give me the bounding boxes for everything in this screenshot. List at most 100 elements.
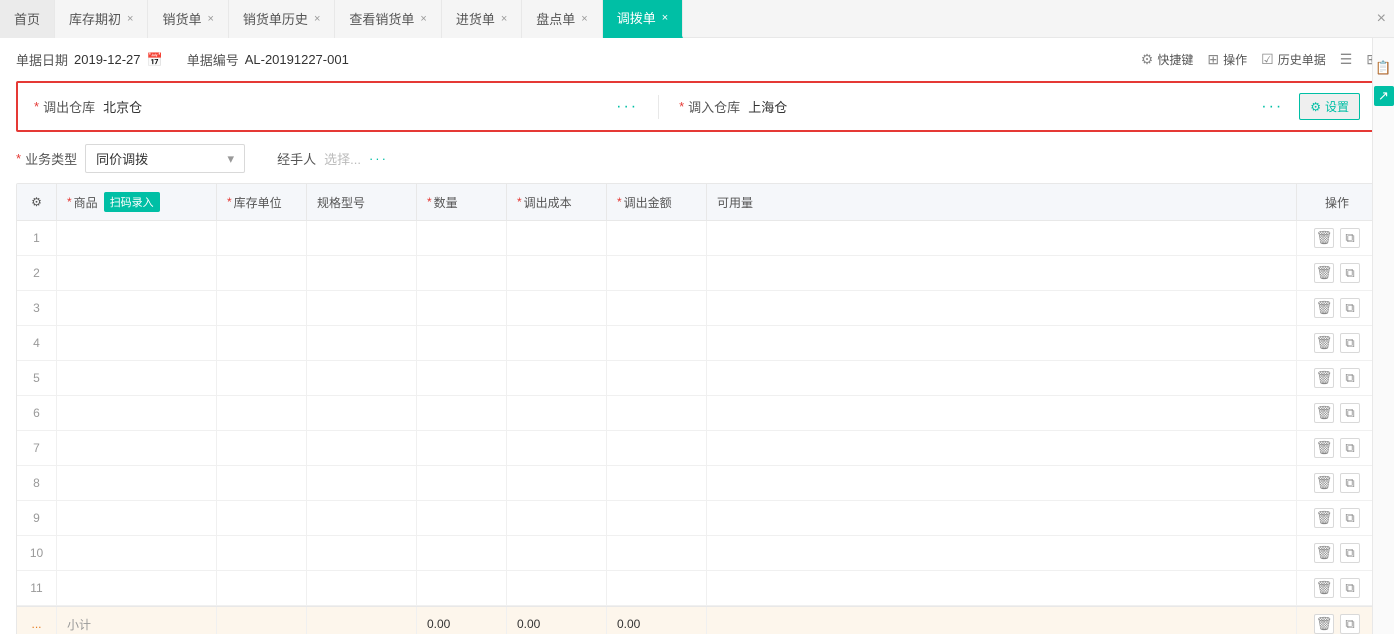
row-unit[interactable] [217,396,307,430]
warehouse-in-more[interactable]: ··· [1261,98,1283,116]
copy-row-button[interactable]: ⧉ [1340,228,1360,248]
row-cost[interactable] [507,431,607,465]
row-amount[interactable] [607,536,707,570]
row-cost[interactable] [507,396,607,430]
row-amount[interactable] [607,396,707,430]
tab-sales-order[interactable]: 销货单 × [148,0,228,38]
handler-placeholder[interactable]: 选择... [324,149,361,168]
copy-row-button[interactable]: ⧉ [1340,543,1360,563]
tab-home[interactable]: 首页 [0,0,55,38]
row-product[interactable] [57,571,217,605]
warehouse-out-more[interactable]: ··· [616,98,638,116]
subtotal-copy-button[interactable]: ⧉ [1340,614,1360,634]
row-spec[interactable] [307,396,417,430]
row-cost[interactable] [507,466,607,500]
row-spec[interactable] [307,536,417,570]
sidebar-expand-button[interactable]: ↗ [1374,86,1394,106]
row-qty[interactable] [417,396,507,430]
tab-inventory-check[interactable]: 盘点单 × [522,0,602,38]
tab-inventory-init-close[interactable]: × [127,13,133,25]
row-unit[interactable] [217,361,307,395]
row-amount[interactable] [607,466,707,500]
delete-row-button[interactable]: 🗑 [1314,403,1334,423]
delete-row-button[interactable]: 🗑 [1314,228,1334,248]
tab-view-sales[interactable]: 查看销货单 × [335,0,441,38]
delete-row-button[interactable]: 🗑 [1314,578,1334,598]
sidebar-notes-button[interactable]: 📋 [1374,58,1394,78]
row-spec[interactable] [307,221,417,255]
copy-row-button[interactable]: ⧉ [1340,578,1360,598]
delete-row-button[interactable]: 🗑 [1314,368,1334,388]
row-qty[interactable] [417,571,507,605]
copy-row-button[interactable]: ⧉ [1340,263,1360,283]
row-amount[interactable] [607,501,707,535]
tab-sales-history[interactable]: 销货单历史 × [229,0,335,38]
row-cost[interactable] [507,361,607,395]
row-amount[interactable] [607,431,707,465]
row-spec[interactable] [307,501,417,535]
row-cost[interactable] [507,536,607,570]
row-product[interactable] [57,256,217,290]
copy-row-button[interactable]: ⧉ [1340,368,1360,388]
row-unit[interactable] [217,466,307,500]
history-button[interactable]: ☑ 历史单据 [1261,51,1326,68]
row-spec[interactable] [307,256,417,290]
row-qty[interactable] [417,326,507,360]
row-unit[interactable] [217,431,307,465]
warehouse-in-value[interactable]: 上海仓 [748,97,787,116]
row-product[interactable] [57,466,217,500]
settings-button[interactable]: ⚙ 设置 [1299,93,1360,120]
handler-more[interactable]: ··· [369,151,388,166]
tab-transfer-close[interactable]: × [662,12,668,24]
delete-row-button[interactable]: 🗑 [1314,473,1334,493]
row-cost[interactable] [507,501,607,535]
tab-purchase-close[interactable]: × [501,13,507,25]
row-cost[interactable] [507,221,607,255]
copy-row-button[interactable]: ⧉ [1340,403,1360,423]
global-close-button[interactable]: × [1377,10,1386,28]
row-spec[interactable] [307,326,417,360]
row-product[interactable] [57,221,217,255]
delete-row-button[interactable]: 🗑 [1314,508,1334,528]
row-product[interactable] [57,291,217,325]
row-qty[interactable] [417,536,507,570]
row-spec[interactable] [307,361,417,395]
row-amount[interactable] [607,256,707,290]
row-unit[interactable] [217,221,307,255]
row-qty[interactable] [417,291,507,325]
subtotal-delete-button[interactable]: 🗑 [1314,614,1334,634]
row-product[interactable] [57,326,217,360]
row-qty[interactable] [417,361,507,395]
delete-row-button[interactable]: 🗑 [1314,543,1334,563]
th-gear[interactable]: ⚙ [17,184,57,220]
row-cost[interactable] [507,571,607,605]
row-spec[interactable] [307,431,417,465]
row-qty[interactable] [417,431,507,465]
tab-transfer[interactable]: 调拨单 × [603,0,683,38]
tab-inventory-check-close[interactable]: × [581,13,587,25]
row-product[interactable] [57,536,217,570]
row-unit[interactable] [217,326,307,360]
row-product[interactable] [57,501,217,535]
row-amount[interactable] [607,291,707,325]
row-product[interactable] [57,431,217,465]
warehouse-out-value[interactable]: 北京仓 [103,97,142,116]
row-unit[interactable] [217,256,307,290]
row-cost[interactable] [507,326,607,360]
copy-row-button[interactable]: ⧉ [1340,438,1360,458]
table-scroll-area[interactable]: ⚙ * 商品 扫码录入 * 库存单位 规格型号 * 数量 [16,183,1378,634]
layout-list-button[interactable]: ☰ [1340,51,1353,68]
copy-row-button[interactable]: ⧉ [1340,473,1360,493]
row-unit[interactable] [217,536,307,570]
row-amount[interactable] [607,221,707,255]
delete-row-button[interactable]: 🗑 [1314,438,1334,458]
tab-sales-history-close[interactable]: × [314,13,320,25]
row-qty[interactable] [417,221,507,255]
delete-row-button[interactable]: 🗑 [1314,333,1334,353]
row-amount[interactable] [607,571,707,605]
copy-row-button[interactable]: ⧉ [1340,298,1360,318]
delete-row-button[interactable]: 🗑 [1314,298,1334,318]
row-product[interactable] [57,361,217,395]
row-product[interactable] [57,396,217,430]
tab-inventory-init[interactable]: 库存期初 × [55,0,148,38]
